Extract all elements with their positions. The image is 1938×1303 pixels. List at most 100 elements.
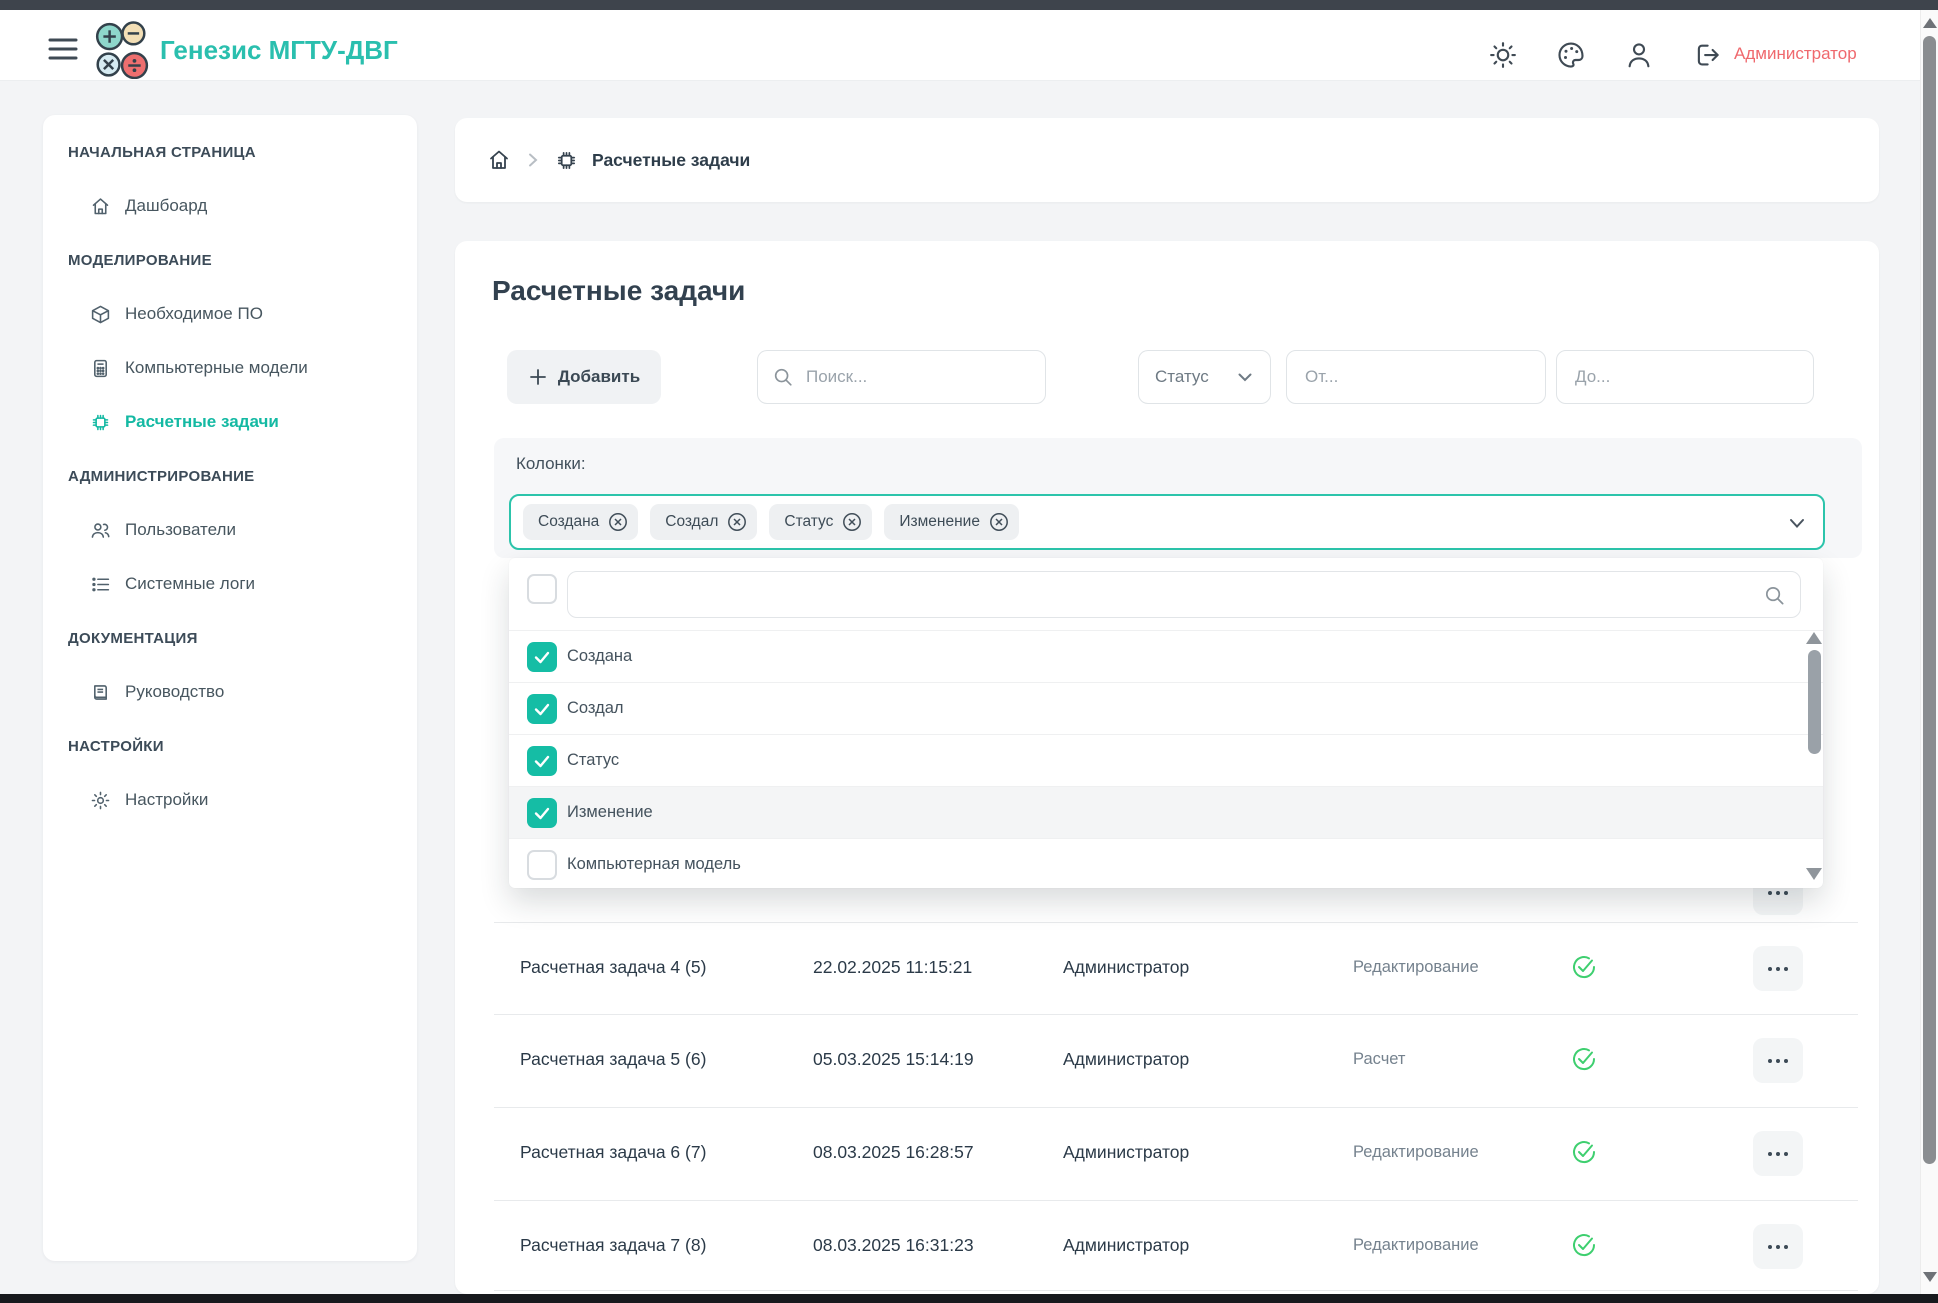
column-chip[interactable]: Статус bbox=[769, 504, 873, 540]
task-name[interactable]: Расчетная задача 5 (6) bbox=[520, 1049, 706, 1070]
task-created: 08.03.2025 16:31:23 bbox=[813, 1235, 974, 1255]
row-actions-button[interactable] bbox=[1753, 1224, 1803, 1269]
dropdown-search-input[interactable] bbox=[584, 584, 1754, 605]
remove-chip-icon[interactable] bbox=[608, 512, 628, 532]
palette-icon[interactable] bbox=[1556, 40, 1586, 70]
date-from-field[interactable] bbox=[1286, 350, 1546, 404]
task-author: Администратор bbox=[1063, 1049, 1190, 1069]
sidebar-item-required-software[interactable]: Необходимое ПО bbox=[43, 287, 417, 341]
columns-label: Колонки: bbox=[516, 454, 586, 473]
menu-hamburger-icon[interactable] bbox=[48, 36, 78, 62]
chip-icon bbox=[92, 414, 109, 430]
row-divider bbox=[494, 1107, 1858, 1108]
current-user-label[interactable]: Администратор bbox=[1734, 44, 1857, 64]
date-to-input[interactable] bbox=[1573, 366, 1797, 388]
chevron-down-icon[interactable] bbox=[1787, 513, 1807, 533]
breadcrumb-current-page[interactable]: Расчетные задачи bbox=[592, 150, 750, 171]
package-icon bbox=[91, 305, 110, 323]
calculator-icon bbox=[94, 359, 107, 377]
dropdown-option[interactable]: Статус bbox=[509, 734, 1823, 786]
date-to-field[interactable] bbox=[1556, 350, 1814, 404]
task-name[interactable]: Расчетная задача 7 (8) bbox=[520, 1235, 706, 1256]
row-divider bbox=[494, 1014, 1858, 1015]
sidebar-item-calc-tasks[interactable]: Расчетные задачи bbox=[43, 395, 417, 449]
task-name[interactable]: Расчетная задача 4 (5) bbox=[520, 957, 706, 978]
status-check-icon bbox=[1573, 1048, 1596, 1071]
row-actions-button[interactable] bbox=[1753, 1131, 1803, 1176]
page-scrollbar[interactable] bbox=[1920, 10, 1938, 1294]
task-name[interactable]: Расчетная задача 6 (7) bbox=[520, 1142, 706, 1163]
unchecked-checkbox-icon[interactable] bbox=[527, 849, 557, 880]
search-input[interactable] bbox=[804, 366, 1031, 388]
dropdown-option[interactable]: Компьютерная модель bbox=[509, 838, 1823, 888]
task-created: 05.03.2025 15:14:19 bbox=[813, 1049, 974, 1069]
book-icon bbox=[94, 684, 107, 700]
sidebar-item-dashboard[interactable]: Дашбоард bbox=[43, 179, 417, 233]
sidebar-item-label: Дашбоард bbox=[125, 196, 208, 215]
columns-dropdown: Создана Создал Статус Изменение Компьюте… bbox=[509, 558, 1823, 888]
task-author: Администратор bbox=[1063, 957, 1190, 977]
dropdown-option-label: Изменение bbox=[567, 803, 653, 821]
dropdown-scroll-up-icon[interactable] bbox=[1806, 632, 1822, 644]
scroll-down-arrow-icon[interactable] bbox=[1923, 1272, 1937, 1282]
checked-checkbox-icon[interactable] bbox=[527, 641, 557, 672]
row-actions-button[interactable] bbox=[1753, 946, 1803, 991]
dropdown-option[interactable]: Изменение bbox=[509, 786, 1823, 838]
column-chip[interactable]: Создал bbox=[650, 504, 758, 540]
status-filter-select[interactable]: Статус bbox=[1138, 350, 1271, 404]
app-root: Генезис МГТУ-ДВГ Администратор НАЧАЛЬНАЯ… bbox=[0, 0, 1938, 1303]
checked-checkbox-icon[interactable] bbox=[527, 797, 557, 828]
sidebar-section-settings: НАСТРОЙКИ bbox=[68, 737, 164, 755]
add-button-label: Добавить bbox=[557, 367, 641, 386]
home-icon[interactable] bbox=[487, 148, 511, 172]
sidebar-section-administration: АДМИНИСТРИРОВАНИЕ bbox=[68, 467, 255, 485]
sidebar-item-label: Настройки bbox=[125, 790, 209, 809]
page-scrollbar-thumb[interactable] bbox=[1923, 36, 1936, 1164]
home-icon bbox=[92, 197, 109, 214]
dropdown-option-label: Статус bbox=[567, 751, 620, 769]
status-filter-label: Статус bbox=[1155, 367, 1209, 386]
task-status: Расчет bbox=[1353, 1050, 1406, 1068]
dropdown-search-field[interactable] bbox=[567, 571, 1801, 618]
sidebar-item-system-logs[interactable]: Системные логи bbox=[43, 557, 417, 611]
dropdown-scrollbar-thumb[interactable] bbox=[1808, 650, 1821, 754]
app-header: Генезис МГТУ-ДВГ Администратор bbox=[0, 10, 1938, 81]
remove-chip-icon[interactable] bbox=[727, 512, 747, 532]
search-icon bbox=[774, 368, 792, 386]
dropdown-scroll-down-icon[interactable] bbox=[1806, 868, 1822, 880]
remove-chip-icon[interactable] bbox=[842, 512, 862, 532]
app-title: Генезис МГТУ-ДВГ bbox=[160, 35, 398, 65]
scroll-up-arrow-icon[interactable] bbox=[1923, 18, 1937, 28]
row-actions-button[interactable] bbox=[1753, 1038, 1803, 1083]
select-all-checkbox[interactable] bbox=[527, 574, 557, 604]
column-chip[interactable]: Создана bbox=[523, 504, 639, 540]
task-created: 08.03.2025 16:28:57 bbox=[813, 1142, 974, 1162]
column-chip[interactable]: Изменение bbox=[884, 504, 1019, 540]
logout-icon[interactable] bbox=[1692, 40, 1722, 70]
checked-checkbox-icon[interactable] bbox=[527, 745, 557, 776]
search-icon bbox=[1765, 586, 1784, 605]
columns-multiselect[interactable]: Создана Создал Статус Изменение bbox=[509, 494, 1825, 550]
search-field[interactable] bbox=[757, 350, 1046, 404]
date-from-input[interactable] bbox=[1303, 366, 1529, 388]
column-chip-label: Создал bbox=[665, 513, 719, 530]
window-bottom-strip bbox=[0, 1294, 1938, 1303]
dropdown-option-label: Создана bbox=[567, 647, 633, 665]
sidebar-item-manual[interactable]: Руководство bbox=[43, 665, 417, 719]
plus-icon bbox=[529, 369, 546, 385]
chip-icon bbox=[557, 151, 576, 169]
sidebar-item-label: Системные логи bbox=[125, 574, 256, 593]
status-check-icon bbox=[1573, 1141, 1596, 1164]
sidebar-section-documentation: ДОКУМЕНТАЦИЯ bbox=[68, 629, 198, 647]
sidebar-item-computer-models[interactable]: Компьютерные модели bbox=[43, 341, 417, 395]
checked-checkbox-icon[interactable] bbox=[527, 693, 557, 724]
theme-icon[interactable] bbox=[1488, 40, 1518, 70]
sidebar-item-settings[interactable]: Настройки bbox=[43, 773, 417, 827]
remove-chip-icon[interactable] bbox=[989, 512, 1009, 532]
add-button[interactable]: Добавить bbox=[507, 350, 661, 404]
sidebar-item-users[interactable]: Пользователи bbox=[43, 503, 417, 557]
dropdown-option[interactable]: Создана bbox=[509, 630, 1823, 682]
column-chip-label: Создана bbox=[538, 513, 600, 530]
profile-icon[interactable] bbox=[1624, 40, 1654, 70]
dropdown-option[interactable]: Создал bbox=[509, 682, 1823, 734]
